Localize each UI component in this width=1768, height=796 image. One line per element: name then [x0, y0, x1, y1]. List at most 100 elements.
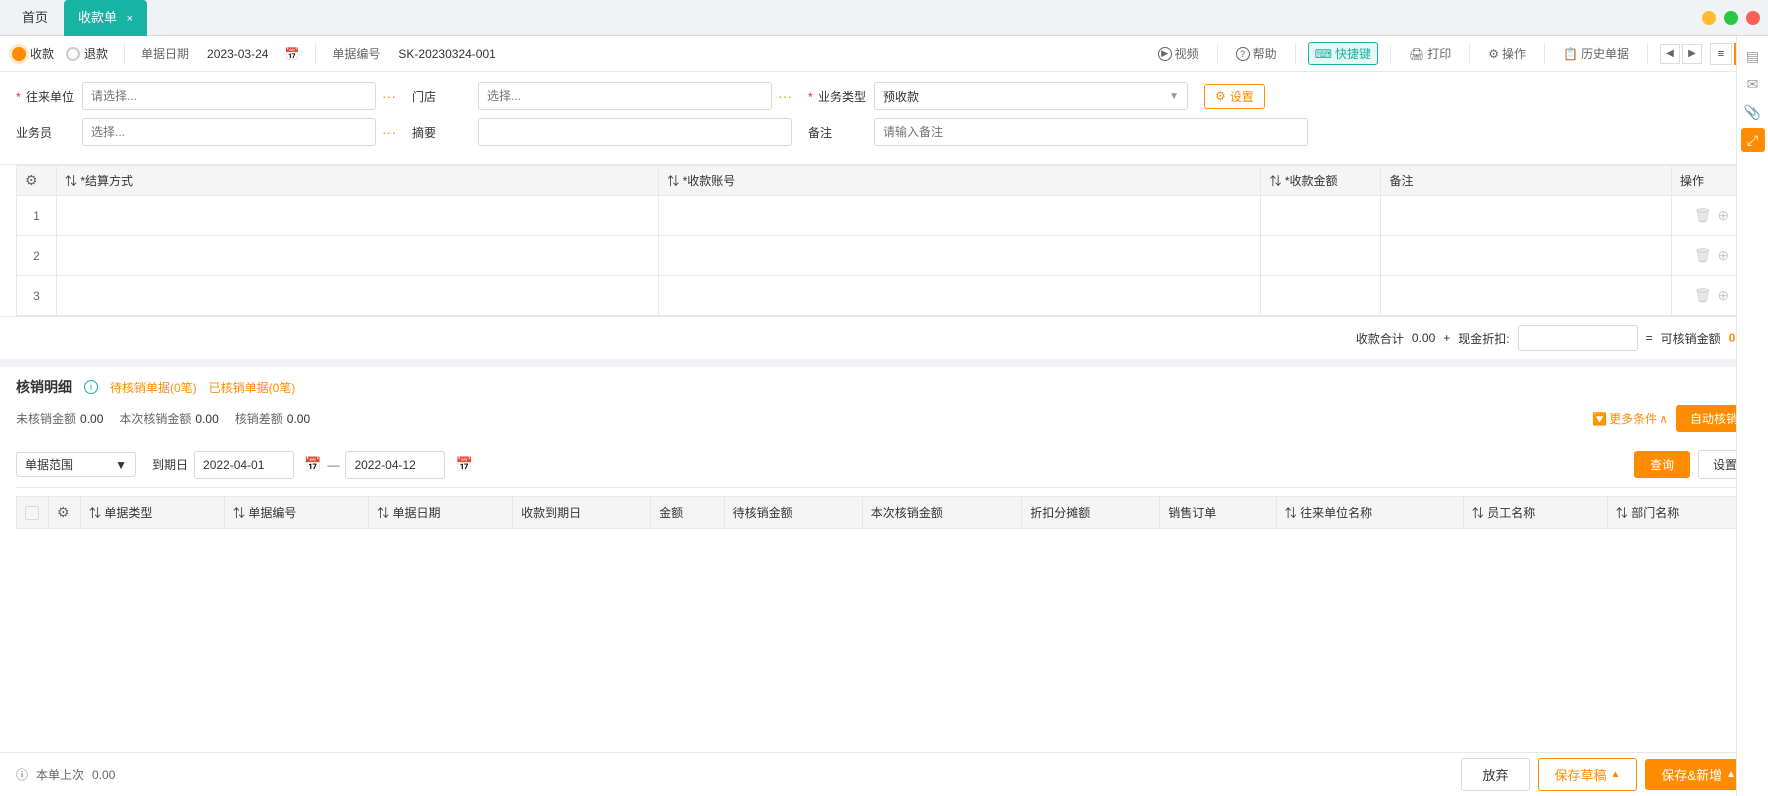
top-toolbar: 收款 退款 单据日期 2023-03-24 📅 单据编号 SK-20230324… — [0, 36, 1768, 72]
table-row: 2 🗑 ⊕ — [17, 236, 1752, 276]
vcol-counterparty: ⇅ 往来单位名称 — [1276, 497, 1463, 529]
total-value: 0.00 — [1412, 331, 1435, 345]
row-2-method[interactable] — [57, 236, 659, 276]
tab-receipt[interactable]: 收款单 × — [64, 0, 147, 36]
sidebar-expand-icon[interactable]: ⤢ — [1741, 128, 1765, 152]
window-close-btn[interactable] — [1746, 11, 1760, 25]
row-3-remarks[interactable] — [1381, 276, 1672, 316]
salesperson-input[interactable] — [82, 118, 376, 146]
help-btn[interactable]: ? 帮助 — [1230, 43, 1283, 64]
tab-close-icon[interactable]: × — [127, 13, 133, 25]
row-3-method[interactable] — [57, 276, 659, 316]
sidebar-attach-icon[interactable]: 📎 — [1741, 100, 1765, 124]
verify-title: 核销明细 — [16, 377, 72, 397]
verify-label: 可核销金额 — [1661, 330, 1721, 347]
row-1-copy-icon[interactable]: ⊕ — [1718, 207, 1730, 224]
discount-input[interactable] — [1518, 325, 1638, 351]
range-select[interactable]: 单据范围 ▼ — [16, 452, 136, 477]
calendar-to-icon[interactable]: 📅 — [455, 456, 472, 473]
table-gear-icon[interactable]: ⚙ — [25, 172, 38, 188]
store-input[interactable] — [478, 82, 772, 110]
vcol-checkbox — [17, 497, 49, 529]
row-3-copy-icon[interactable]: ⊕ — [1718, 287, 1730, 304]
business-type-field: * 业务类型 预收款 ▼ — [808, 82, 1188, 110]
row-3-amount[interactable] — [1261, 276, 1381, 316]
info-icon[interactable]: i — [84, 380, 98, 394]
calendar-from-icon[interactable]: 📅 — [304, 456, 321, 473]
sort-icon: ⇅ — [667, 174, 679, 188]
history-btn[interactable]: 📋 历史单据 — [1557, 43, 1635, 64]
row-1-delete-icon[interactable]: 🗑 — [1694, 207, 1712, 224]
divider-2 — [315, 44, 316, 64]
row-2-amount[interactable] — [1261, 236, 1381, 276]
sort-icon: ⇅ — [377, 506, 389, 520]
filter-right: 查询 设置 — [1634, 450, 1752, 479]
counterparty-label: * 往来单位 — [16, 88, 76, 105]
bottom-right: 放弃 保存草稿 ▲ 保存&新增 ▲ — [1461, 758, 1752, 791]
date-from-input[interactable] — [194, 451, 294, 479]
more-conditions-btn[interactable]: 🔽 更多条件 ∧ — [1592, 410, 1668, 427]
row-1-amount[interactable] — [1261, 196, 1381, 236]
done-tab-link[interactable]: 已核销单据(0笔) — [209, 379, 296, 396]
remarks-input[interactable] — [874, 118, 1308, 146]
row-2-delete-icon[interactable]: 🗑 — [1694, 247, 1712, 264]
radio-collect[interactable]: 收款 — [12, 45, 54, 62]
row-2-account[interactable] — [659, 236, 1261, 276]
vtable-gear-icon[interactable]: ⚙ — [57, 504, 70, 520]
date-to-input[interactable] — [345, 451, 445, 479]
row-2-remarks[interactable] — [1381, 236, 1672, 276]
pending-tab-link[interactable]: 待核销单据(0笔) — [110, 379, 197, 396]
row-3-account[interactable] — [659, 276, 1261, 316]
radio-group: 收款 退款 — [12, 45, 108, 62]
salesperson-more-btn[interactable]: ··· — [382, 124, 396, 140]
select-all-checkbox[interactable] — [25, 506, 39, 520]
window-minimize-btn[interactable] — [1702, 11, 1716, 25]
vcol-dept: ⇅ 部门名称 — [1607, 497, 1751, 529]
vcol-doc-number: ⇅ 单据编号 — [225, 497, 369, 529]
row-1-account[interactable] — [659, 196, 1261, 236]
divider-4 — [1295, 44, 1296, 64]
radio-refund[interactable]: 退款 — [66, 45, 108, 62]
counterparty-input[interactable] — [82, 82, 376, 110]
summary-input[interactable] — [478, 118, 792, 146]
window-maximize-btn[interactable] — [1724, 11, 1738, 25]
nav-next-btn[interactable]: ▶ — [1682, 44, 1702, 64]
shortcut-btn[interactable]: ⌨ 快捷键 — [1308, 42, 1378, 65]
sidebar-table-icon[interactable]: ▤ — [1741, 44, 1765, 68]
settings-button[interactable]: ⚙ 设置 — [1204, 84, 1265, 109]
chevron-up-icon: ∧ — [1659, 412, 1668, 426]
query-btn[interactable]: 查询 — [1634, 451, 1690, 478]
tab-home[interactable]: 首页 — [8, 0, 62, 36]
divider-5 — [1390, 44, 1391, 64]
table-row: 3 🗑 ⊕ — [17, 276, 1752, 316]
calendar-icon[interactable]: 📅 — [284, 47, 299, 61]
col-remarks: 备注 — [1381, 166, 1672, 196]
vcol-current-verify: 本次核销金额 — [862, 497, 1022, 529]
business-type-select[interactable]: 预收款 ▼ — [874, 82, 1188, 110]
row-1-method[interactable] — [57, 196, 659, 236]
table-row: 1 🗑 ⊕ — [17, 196, 1752, 236]
main-area: 收款 退款 单据日期 2023-03-24 📅 单据编号 SK-20230324… — [0, 36, 1768, 796]
sidebar-mail-icon[interactable]: ✉ — [1741, 72, 1765, 96]
save-new-arrow-icon: ▲ — [1726, 769, 1736, 780]
video-btn[interactable]: ▶ 视频 — [1152, 43, 1205, 64]
counterparty-more-btn[interactable]: ··· — [382, 88, 396, 104]
store-more-btn[interactable]: ··· — [778, 88, 792, 104]
summary-row: 收款合计 0.00 + 现金折扣: = 可核销金额 0.00 — [0, 316, 1768, 359]
row-1-remarks[interactable] — [1381, 196, 1672, 236]
col-account: ⇅ *收款账号 — [659, 166, 1261, 196]
row-2-copy-icon[interactable]: ⊕ — [1718, 247, 1730, 264]
row-num-2: 2 — [17, 236, 57, 276]
discard-btn[interactable]: 放弃 — [1461, 758, 1529, 791]
save-draft-btn[interactable]: 保存草稿 ▲ — [1538, 758, 1638, 791]
row-num-3: 3 — [17, 276, 57, 316]
row-3-delete-icon[interactable]: 🗑 — [1694, 287, 1712, 304]
radio-collect-dot — [12, 47, 26, 61]
nav-prev-btn[interactable]: ◀ — [1660, 44, 1680, 64]
operation-btn[interactable]: ⚙ 操作 — [1482, 43, 1532, 64]
shortcut-icon: ⌨ — [1315, 47, 1332, 61]
print-btn[interactable]: 🖨 打印 — [1403, 43, 1457, 64]
sort-icon: ⇅ — [65, 174, 77, 188]
view-list-btn[interactable]: ≡ — [1710, 43, 1732, 65]
vcol-amount: 金额 — [651, 497, 725, 529]
